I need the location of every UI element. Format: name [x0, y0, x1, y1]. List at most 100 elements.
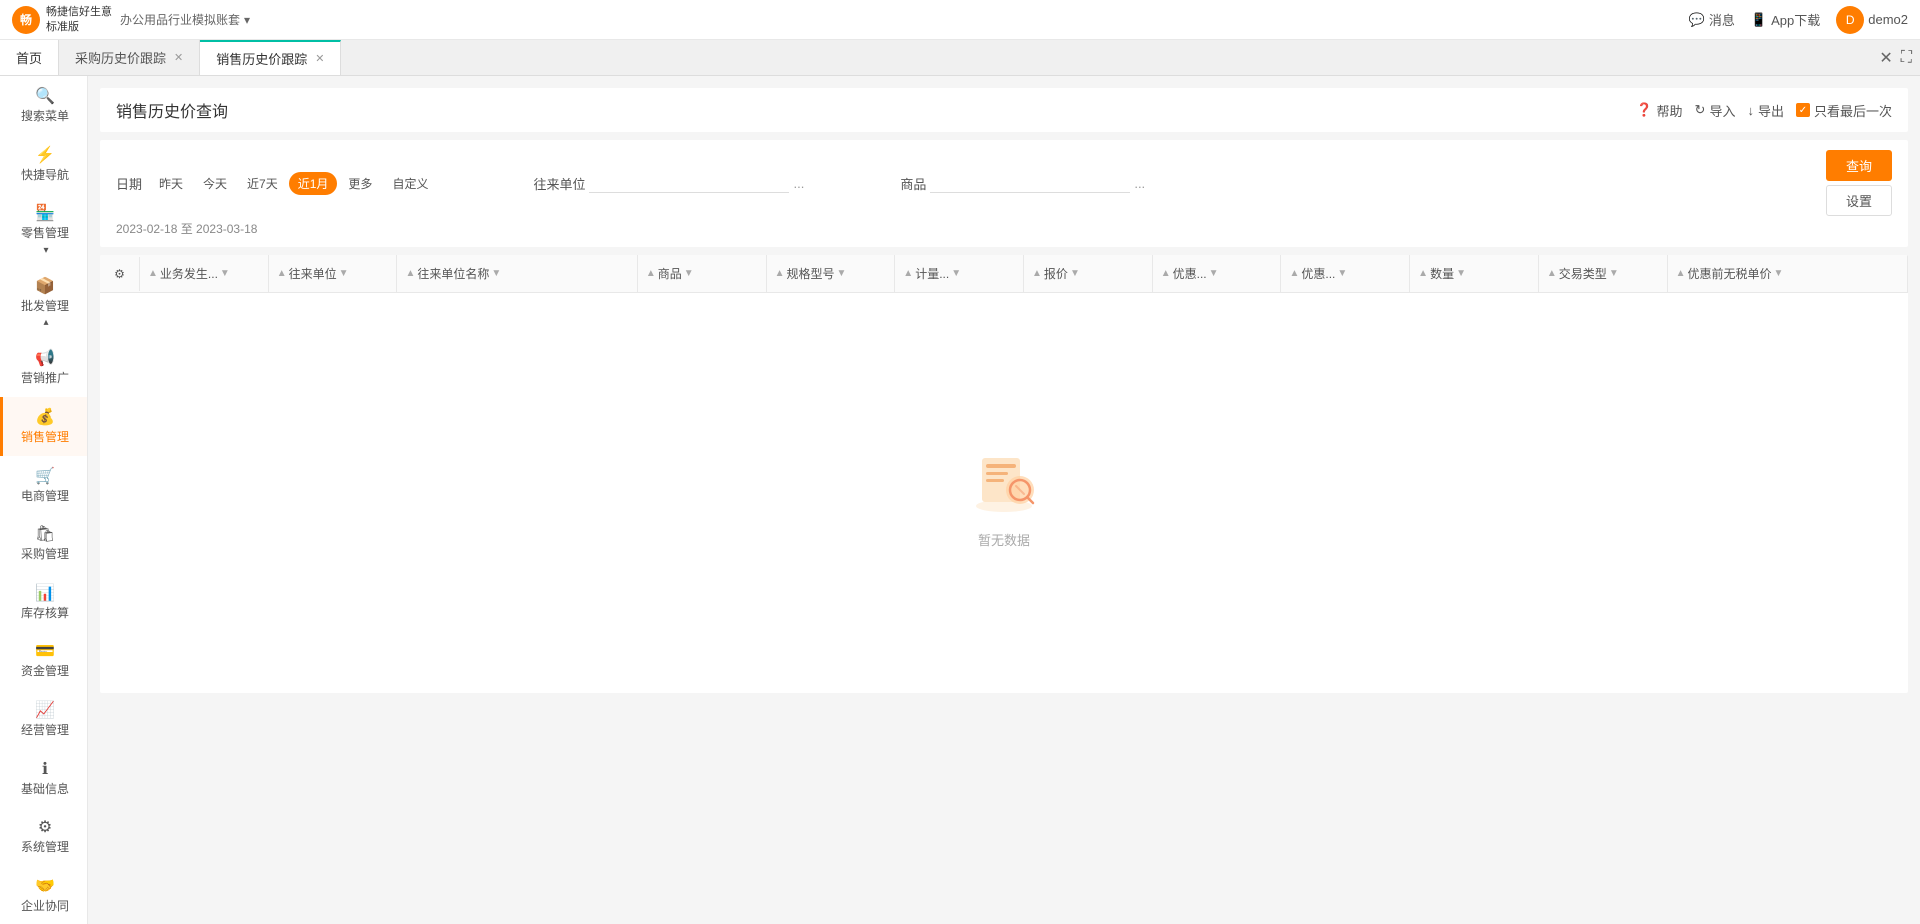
- top-bar-right: 💬 消息 📱 App下载 D demo2: [1689, 6, 1908, 34]
- sort-up-11-icon: ▲: [1547, 268, 1557, 279]
- col-discount2[interactable]: ▲ 优惠... ▼: [1281, 255, 1410, 292]
- tab-purchase-history[interactable]: 采购历史价跟踪 ✕: [59, 40, 200, 75]
- col-spec[interactable]: ▲ 规格型号 ▼: [767, 255, 896, 292]
- date-label: 日期: [116, 174, 142, 193]
- goods-label: 商品: [900, 174, 926, 193]
- tab-sales-close[interactable]: ✕: [315, 52, 324, 65]
- purchase-icon: 🛍: [35, 524, 55, 544]
- only-last-checkbox[interactable]: ✓ 只看最后一次: [1796, 101, 1892, 120]
- col-quantity[interactable]: ▲ 数量 ▼: [1410, 255, 1539, 292]
- sidebar-item-wholesale[interactable]: 📦 批发管理 ▴: [0, 266, 87, 339]
- app-selector[interactable]: 办公用品行业模拟账套 ▾: [120, 11, 250, 28]
- sidebar-item-search[interactable]: 🔍 搜索菜单: [0, 76, 87, 135]
- sidebar-item-sales[interactable]: 💰 销售管理: [0, 397, 87, 456]
- tab-purchase-close[interactable]: ✕: [174, 51, 183, 64]
- messages-button[interactable]: 💬 消息: [1689, 10, 1735, 29]
- date-btn-more[interactable]: 更多: [339, 172, 381, 195]
- col-partner-name[interactable]: ▲ 往来单位名称 ▼: [397, 255, 637, 292]
- goods-dots: ...: [1134, 176, 1145, 191]
- settings-button[interactable]: 设置: [1826, 185, 1892, 216]
- column-settings-icon[interactable]: ⚙: [114, 267, 125, 281]
- app-download-button[interactable]: 📱 App下载: [1751, 10, 1820, 29]
- date-btn-7days[interactable]: 近7天: [238, 172, 287, 195]
- sort-up-5-icon: ▲: [775, 268, 785, 279]
- sidebar-item-finance[interactable]: 💳 资金管理: [0, 631, 87, 690]
- col-goods[interactable]: ▲ 商品 ▼: [638, 255, 767, 292]
- empty-state: 暂无数据: [944, 378, 1064, 609]
- sort-up-7-icon: ▲: [1032, 268, 1042, 279]
- sidebar-item-system[interactable]: ⚙ 系统管理: [0, 807, 87, 866]
- finance-icon: 💳: [35, 641, 55, 661]
- retail-arrow-icon: ▾: [43, 245, 48, 256]
- sales-icon: 💰: [35, 407, 55, 427]
- quick-nav-icon: ⚡: [35, 145, 55, 165]
- sidebar-item-purchase[interactable]: 🛍 采购管理: [0, 514, 87, 573]
- sort-down-12-icon: ▼: [1774, 268, 1784, 279]
- sort-down-7-icon: ▼: [1070, 268, 1080, 279]
- message-icon: 💬: [1689, 12, 1705, 28]
- col-partner-code[interactable]: ▲ 往来单位 ▼: [269, 255, 398, 292]
- date-filter-group: 日期 昨天 今天 近7天 近1月 更多 自定义: [116, 172, 437, 195]
- content-area: 销售历史价查询 ❓ 帮助 ↻ 导入 ↓ 导出 ✓: [88, 76, 1920, 924]
- date-btn-custom[interactable]: 自定义: [383, 172, 437, 195]
- sort-down-8-icon: ▼: [1209, 268, 1219, 279]
- sort-up-3-icon: ▲: [405, 268, 415, 279]
- empty-icon: [964, 438, 1044, 518]
- date-btn-yesterday[interactable]: 昨天: [150, 172, 192, 195]
- col-trade-type[interactable]: ▲ 交易类型 ▼: [1539, 255, 1668, 292]
- table-body: 暂无数据: [100, 293, 1908, 693]
- filter-action-buttons: 查询 设置: [1826, 150, 1892, 216]
- sidebar-item-retail[interactable]: 🏪 零售管理 ▾: [0, 193, 87, 266]
- page-header: 销售历史价查询 ❓ 帮助 ↻ 导入 ↓ 导出 ✓: [100, 88, 1908, 132]
- sidebar-item-inventory[interactable]: 📊 库存核算: [0, 573, 87, 632]
- sidebar-item-ecommerce[interactable]: 🛒 电商管理: [0, 456, 87, 515]
- sort-down-10-icon: ▼: [1456, 268, 1466, 279]
- date-button-group: 昨天 今天 近7天 近1月 更多 自定义: [150, 172, 437, 195]
- col-settings[interactable]: ⚙: [100, 257, 140, 291]
- tab-sales-label: 销售历史价跟踪: [216, 49, 307, 68]
- partner-input[interactable]: [589, 173, 789, 193]
- download-icon: 📱: [1751, 12, 1767, 28]
- sort-down-2-icon: ▼: [339, 268, 349, 279]
- col-unit[interactable]: ▲ 计量... ▼: [895, 255, 1024, 292]
- query-button[interactable]: 查询: [1826, 150, 1892, 181]
- user-menu[interactable]: D demo2: [1836, 6, 1908, 34]
- dropdown-arrow-icon: ▾: [244, 13, 250, 27]
- col-date[interactable]: ▲ 业务发生... ▼: [140, 255, 269, 292]
- operations-icon: 📈: [35, 700, 55, 720]
- sort-down-3-icon: ▼: [491, 268, 501, 279]
- logo-area: 畅 畅捷信好生意 标准版: [12, 5, 112, 34]
- page-header-actions: ❓ 帮助 ↻ 导入 ↓ 导出 ✓ 只看最后一次: [1636, 101, 1892, 120]
- sort-up-2-icon: ▲: [277, 268, 287, 279]
- page-title: 销售历史价查询: [116, 98, 228, 122]
- tab-home[interactable]: 首页: [0, 40, 59, 75]
- close-all-tabs-button[interactable]: ✕: [1879, 48, 1892, 68]
- sidebar-item-quick-nav[interactable]: ⚡ 快捷导航: [0, 135, 87, 194]
- col-pretax-price[interactable]: ▲ 优惠前无税单价 ▼: [1668, 255, 1908, 292]
- maximize-button[interactable]: ⛶: [1901, 49, 1912, 67]
- col-quoted-price[interactable]: ▲ 报价 ▼: [1024, 255, 1153, 292]
- import-button[interactable]: ↻ 导入: [1695, 101, 1736, 120]
- date-btn-1month[interactable]: 近1月: [289, 172, 338, 195]
- export-icon: ↓: [1747, 103, 1754, 118]
- sidebar-item-marketing[interactable]: 📢 营销推广: [0, 338, 87, 397]
- tab-sales-history[interactable]: 销售历史价跟踪 ✕: [200, 40, 341, 75]
- col-discount1[interactable]: ▲ 优惠... ▼: [1153, 255, 1282, 292]
- tab-home-label: 首页: [16, 48, 42, 67]
- filter-bar: 日期 昨天 今天 近7天 近1月 更多 自定义 往来单位: [100, 140, 1908, 247]
- top-bar: 畅 畅捷信好生意 标准版 办公用品行业模拟账套 ▾ 💬 消息 📱 App下载 D…: [0, 0, 1920, 40]
- help-button[interactable]: ❓ 帮助: [1636, 101, 1682, 120]
- date-btn-today[interactable]: 今天: [194, 172, 236, 195]
- sidebar-item-enterprise[interactable]: 🤝 企业协同: [0, 866, 87, 924]
- goods-input[interactable]: [930, 173, 1130, 193]
- export-button[interactable]: ↓ 导出: [1747, 101, 1784, 120]
- sidebar: 🔍 搜索菜单 ⚡ 快捷导航 🏪 零售管理 ▾ 📦 批发管理 ▴ 📢 营销推广 💰…: [0, 76, 88, 924]
- sidebar-item-operations[interactable]: 📈 经营管理: [0, 690, 87, 749]
- sort-down-11-icon: ▼: [1609, 268, 1619, 279]
- table-header: ⚙ ▲ 业务发生... ▼ ▲ 往来单位 ▼ ▲ 往来单位名称: [100, 255, 1908, 293]
- partner-label: 往来单位: [533, 174, 585, 193]
- main-layout: 🔍 搜索菜单 ⚡ 快捷导航 🏪 零售管理 ▾ 📦 批发管理 ▴ 📢 营销推广 💰…: [0, 76, 1920, 924]
- sidebar-item-basic-info[interactable]: ℹ 基础信息: [0, 749, 87, 808]
- date-range-text: 2023-02-18 至 2023-03-18: [116, 222, 257, 236]
- sort-up-9-icon: ▲: [1289, 268, 1299, 279]
